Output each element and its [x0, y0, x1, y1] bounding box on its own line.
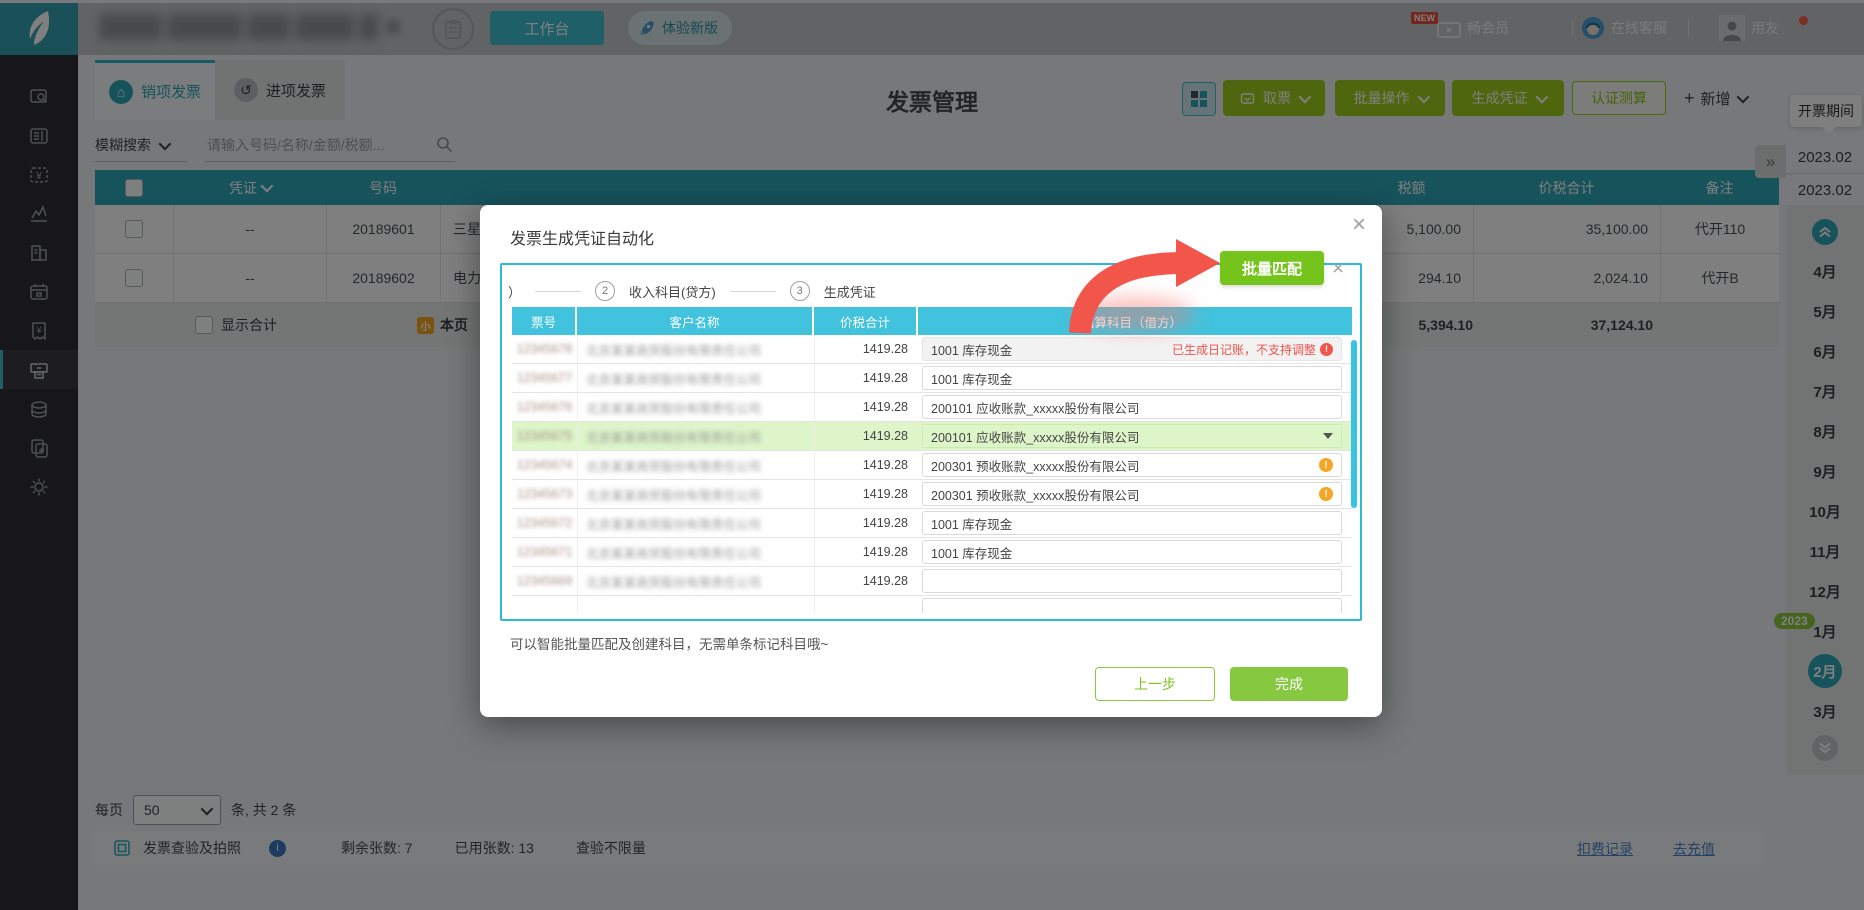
account-select[interactable]: 200301 预收账款_xxxxx股份有限公司! — [922, 453, 1342, 477]
modal-table-row: 12345674 北京某某商贸股份有限责任公司 1419.28 200301 预… — [512, 451, 1352, 480]
scrollbar-thumb[interactable] — [1351, 340, 1357, 508]
cell-amount: 1419.28 — [814, 509, 918, 537]
cell-amount: 1419.28 — [814, 538, 918, 566]
step-divider — [535, 290, 582, 292]
customer-name-blurred: 北京某某商贸股份有限责任公司 — [586, 430, 762, 445]
modal-table-row: 12345676 北京某某商贸股份有限责任公司 1419.28 200101 应… — [512, 393, 1352, 422]
customer-name-blurred: 北京某某商贸股份有限责任公司 — [586, 575, 762, 590]
voucher-automation-dialog: 发票生成凭证自动化 × ） 2 收入科目(贷方) 3 生成凭证 票号 客户名称 … — [480, 205, 1382, 717]
dialog-close-icon[interactable]: × — [1352, 213, 1366, 237]
account-select[interactable]: 1001 库存现金 — [922, 511, 1342, 535]
screenshot-box: ） 2 收入科目(贷方) 3 生成凭证 票号 客户名称 价税合计 结算科目（借方… — [500, 263, 1362, 621]
step3-label: 生成凭证 — [823, 284, 876, 300]
step1-cutoff: ） — [508, 284, 522, 300]
warning-icon: ! — [1319, 458, 1333, 472]
customer-name-blurred: 北京某某商贸股份有限责任公司 — [586, 546, 762, 561]
ticket-no-blurred: 12345671 — [516, 545, 573, 559]
modal-table-row: 12345671 北京某某商贸股份有限责任公司 1419.28 1001 库存现… — [512, 538, 1352, 567]
steps-indicator: ） 2 收入科目(贷方) 3 生成凭证 — [508, 281, 876, 301]
ticket-no-blurred: 12345674 — [516, 458, 573, 472]
account-select[interactable]: 1001 库存现金 已生成日记账，不支持调整! — [922, 337, 1342, 361]
account-select[interactable]: 1001 库存现金 — [922, 540, 1342, 564]
modal-table-row: 12345673 北京某某商贸股份有限责任公司 1419.28 200301 预… — [512, 480, 1352, 509]
ticket-no-blurred: 12345675 — [516, 429, 573, 443]
header-customer-name: 客户名称 — [577, 307, 814, 335]
previous-step-button[interactable]: 上一步 — [1095, 667, 1215, 701]
locked-note: 已生成日记账，不支持调整! — [1172, 341, 1333, 358]
cell-amount: 1419.28 — [814, 567, 918, 595]
ticket-no-blurred: 12345669 — [516, 574, 573, 588]
finish-button[interactable]: 完成 — [1230, 667, 1348, 701]
header-amount: 价税合计 — [814, 307, 918, 335]
customer-name-blurred: 北京某某商贸股份有限责任公司 — [586, 372, 762, 387]
cell-amount: 1419.28 — [814, 451, 918, 479]
cell-amount: 1419.28 — [814, 364, 918, 392]
cell-amount: 1419.28 — [814, 480, 918, 508]
dialog-hint: 可以智能批量匹配及创建科目，无需单条标记科目哦~ — [510, 637, 829, 652]
step-divider — [729, 290, 776, 292]
warning-icon: ! — [1319, 487, 1333, 501]
ticket-no-blurred: 12345678 — [516, 342, 573, 356]
customer-name-blurred: 北京某某商贸股份有限责任公司 — [586, 488, 762, 503]
dialog-title: 发票生成凭证自动化 — [510, 231, 655, 248]
account-select[interactable]: 1001 库存现金 — [922, 366, 1342, 390]
account-select[interactable]: 200101 应收账款_xxxxx股份有限公司 — [922, 395, 1342, 419]
cell-amount: 1419.28 — [814, 393, 918, 421]
account-select[interactable]: 200101 应收账款_xxxxx股份有限公司 — [922, 424, 1342, 448]
step3-circle: 3 — [789, 281, 810, 301]
error-icon: ! — [1320, 342, 1333, 356]
account-select[interactable] — [922, 569, 1342, 593]
screenshot-close-icon[interactable]: × — [1332, 257, 1344, 281]
account-select[interactable]: 200301 预收账款_xxxxx股份有限公司! — [922, 482, 1342, 506]
step2-circle: 2 — [595, 281, 616, 301]
arrow-shadow — [1075, 297, 1195, 331]
cell-amount: 1419.28 — [814, 422, 918, 450]
modal-table-row: 12345669 北京某某商贸股份有限责任公司 1419.28 — [512, 567, 1352, 596]
modal-table-body: 12345678 北京某某商贸股份有限责任公司 1419.28 1001 库存现… — [512, 335, 1352, 613]
ticket-no-blurred: 12345672 — [516, 516, 573, 530]
customer-name-blurred: 北京某某商贸股份有限责任公司 — [586, 401, 762, 416]
match-table-header: 票号 客户名称 价税合计 结算科目（借方） — [512, 307, 1352, 335]
match-table: 票号 客户名称 价税合计 结算科目（借方） 12345678 北京某某商贸股份有… — [512, 307, 1352, 613]
batch-match-button[interactable]: 批量匹配 — [1220, 251, 1324, 285]
ticket-no-blurred: 12345677 — [516, 371, 573, 385]
ticket-no-blurred: 12345676 — [516, 400, 573, 414]
modal-table-row: 12345678 北京某某商贸股份有限责任公司 1419.28 1001 库存现… — [512, 335, 1352, 364]
modal-table-row: 12345677 北京某某商贸股份有限责任公司 1419.28 1001 库存现… — [512, 364, 1352, 393]
modal-table-row: 12345672 北京某某商贸股份有限责任公司 1419.28 1001 库存现… — [512, 509, 1352, 538]
ticket-no-blurred: 12345673 — [516, 487, 573, 501]
header-ticket-no: 票号 — [512, 307, 577, 335]
cell-amount: 1419.28 — [814, 335, 918, 363]
customer-name-blurred: 北京某某商贸股份有限责任公司 — [586, 459, 762, 474]
modal-table-row — [512, 596, 1352, 613]
modal-table-row: 12345675 北京某某商贸股份有限责任公司 1419.28 200101 应… — [512, 422, 1352, 451]
app-root: 工作台 体验新版 NEW 畅会员 在线客服 用友 ¥ — [0, 0, 1864, 910]
customer-name-blurred: 北京某某商贸股份有限责任公司 — [586, 343, 762, 358]
dropdown-caret-icon — [1323, 433, 1333, 439]
customer-name-blurred: 北京某某商贸股份有限责任公司 — [586, 517, 762, 532]
step2-label: 收入科目(贷方) — [629, 284, 716, 300]
